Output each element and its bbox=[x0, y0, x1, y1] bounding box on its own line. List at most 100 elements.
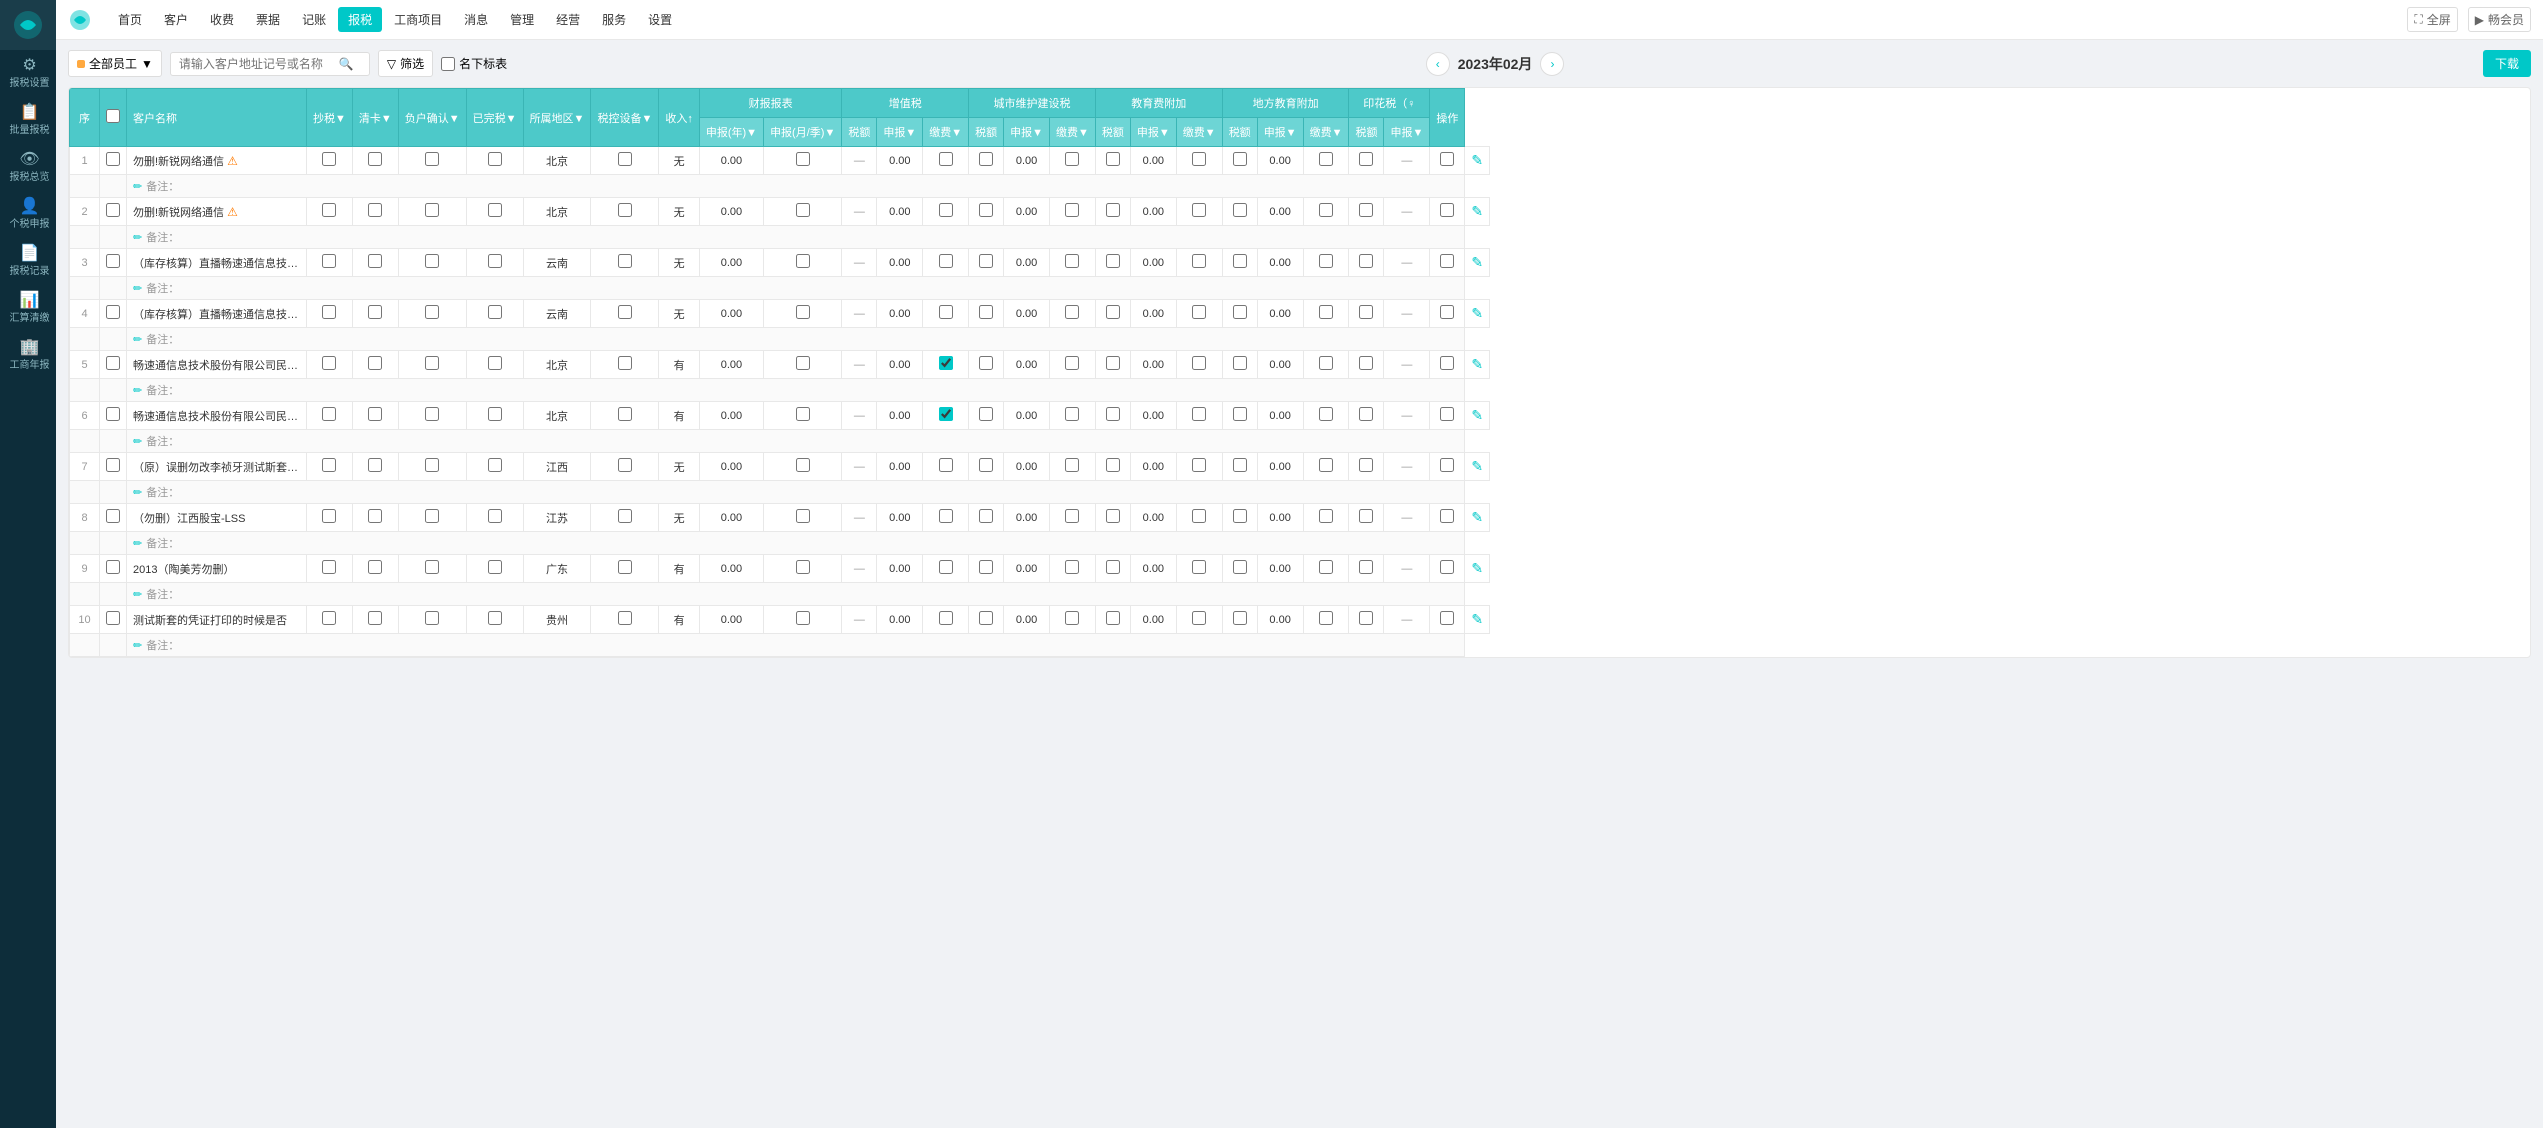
row-select[interactable] bbox=[100, 147, 127, 175]
menu-invoice[interactable]: 票据 bbox=[246, 7, 290, 32]
local-fee-cell[interactable] bbox=[1349, 504, 1384, 532]
note-edit-icon[interactable]: ✏ bbox=[133, 333, 142, 346]
stamp-report-cell[interactable] bbox=[1430, 300, 1465, 328]
tax-equipment-checkbox[interactable] bbox=[618, 203, 632, 217]
tax-copy-checkbox[interactable] bbox=[322, 509, 336, 523]
row-select-checkbox[interactable] bbox=[106, 509, 120, 523]
vat-report-cell[interactable] bbox=[923, 147, 969, 175]
tax-equipment-checkbox[interactable] bbox=[618, 611, 632, 625]
tax-copy-checkbox[interactable] bbox=[322, 254, 336, 268]
tax-equipment-cell[interactable] bbox=[591, 351, 659, 379]
th-stamp-report[interactable]: 申报▼ bbox=[1384, 118, 1430, 147]
row-select-checkbox[interactable] bbox=[106, 458, 120, 472]
menu-billing[interactable]: 收费 bbox=[200, 7, 244, 32]
already-reported-cell[interactable] bbox=[466, 249, 523, 277]
already-reported-checkbox[interactable] bbox=[488, 356, 502, 370]
local-report-checkbox[interactable] bbox=[1319, 152, 1333, 166]
tax-copy-checkbox[interactable] bbox=[322, 560, 336, 574]
city-fee-cell[interactable] bbox=[1095, 198, 1130, 226]
already-reported-cell[interactable] bbox=[466, 606, 523, 634]
stamp-report-checkbox[interactable] bbox=[1440, 203, 1454, 217]
owner-confirm-cell[interactable] bbox=[398, 147, 466, 175]
row-select[interactable] bbox=[100, 249, 127, 277]
sidebar-item-tax-settings[interactable]: ⚙ 报税设置 bbox=[0, 50, 56, 97]
tax-equipment-cell[interactable] bbox=[591, 453, 659, 481]
th-edu-fee[interactable]: 缴费▼ bbox=[1176, 118, 1222, 147]
local-fee-cell[interactable] bbox=[1349, 555, 1384, 583]
edit-row-icon[interactable]: ✎ bbox=[1471, 356, 1483, 372]
tax-equipment-cell[interactable] bbox=[591, 300, 659, 328]
menu-operation[interactable]: 经营 bbox=[546, 7, 590, 32]
clear-card-checkbox[interactable] bbox=[368, 509, 382, 523]
th-financial-month[interactable]: 申报(月/季)▼ bbox=[764, 118, 842, 147]
tax-equipment-cell[interactable] bbox=[591, 402, 659, 430]
city-report-checkbox[interactable] bbox=[1065, 407, 1079, 421]
local-fee-checkbox[interactable] bbox=[1359, 254, 1373, 268]
stamp-report-cell[interactable] bbox=[1430, 198, 1465, 226]
note-edit-icon[interactable]: ✏ bbox=[133, 180, 142, 193]
menu-manage[interactable]: 管理 bbox=[500, 7, 544, 32]
already-reported-checkbox[interactable] bbox=[488, 305, 502, 319]
row-select-checkbox[interactable] bbox=[106, 203, 120, 217]
next-month-button[interactable]: › bbox=[1540, 52, 1564, 76]
city-report-cell[interactable] bbox=[1050, 606, 1096, 634]
edit-row-icon[interactable]: ✎ bbox=[1471, 611, 1483, 627]
select-all-checkbox[interactable] bbox=[106, 109, 120, 123]
city-report-cell[interactable] bbox=[1050, 453, 1096, 481]
vat-report-checkbox[interactable] bbox=[939, 152, 953, 166]
city-fee-cell[interactable] bbox=[1095, 606, 1130, 634]
vat-fee-cell[interactable] bbox=[969, 300, 1004, 328]
vat-fee-checkbox[interactable] bbox=[979, 305, 993, 319]
clear-card-cell[interactable] bbox=[352, 351, 398, 379]
city-report-checkbox[interactable] bbox=[1065, 152, 1079, 166]
local-report-checkbox[interactable] bbox=[1319, 254, 1333, 268]
edu-fee-cell[interactable] bbox=[1222, 198, 1257, 226]
edu-report-cell[interactable] bbox=[1176, 300, 1222, 328]
edu-report-checkbox[interactable] bbox=[1192, 152, 1206, 166]
city-report-cell[interactable] bbox=[1050, 198, 1096, 226]
stamp-report-cell[interactable] bbox=[1430, 606, 1465, 634]
financial-year-checkbox[interactable] bbox=[796, 152, 810, 166]
local-report-checkbox[interactable] bbox=[1319, 356, 1333, 370]
row-select[interactable] bbox=[100, 504, 127, 532]
th-vat-report[interactable]: 申报▼ bbox=[877, 118, 923, 147]
tax-equipment-checkbox[interactable] bbox=[618, 356, 632, 370]
menu-bookkeeping[interactable]: 记账 bbox=[292, 7, 336, 32]
vat-fee-checkbox[interactable] bbox=[979, 611, 993, 625]
tax-copy-cell[interactable] bbox=[307, 504, 353, 532]
edu-report-checkbox[interactable] bbox=[1192, 407, 1206, 421]
vat-report-checkbox[interactable] bbox=[939, 305, 953, 319]
edu-report-cell[interactable] bbox=[1176, 402, 1222, 430]
tax-equipment-checkbox[interactable] bbox=[618, 560, 632, 574]
city-report-checkbox[interactable] bbox=[1065, 305, 1079, 319]
row-select[interactable] bbox=[100, 606, 127, 634]
local-report-cell[interactable] bbox=[1303, 147, 1349, 175]
local-report-checkbox[interactable] bbox=[1319, 509, 1333, 523]
financial-year-cell[interactable] bbox=[764, 198, 842, 226]
local-fee-checkbox[interactable] bbox=[1359, 560, 1373, 574]
vat-fee-checkbox[interactable] bbox=[979, 509, 993, 523]
vat-fee-cell[interactable] bbox=[969, 453, 1004, 481]
local-fee-checkbox[interactable] bbox=[1359, 611, 1373, 625]
financial-year-checkbox[interactable] bbox=[796, 458, 810, 472]
sidebar-item-tax-record[interactable]: 📄 报税记录 bbox=[0, 238, 56, 285]
tax-copy-checkbox[interactable] bbox=[322, 458, 336, 472]
city-fee-cell[interactable] bbox=[1095, 555, 1130, 583]
edu-fee-checkbox[interactable] bbox=[1233, 560, 1247, 574]
edu-fee-cell[interactable] bbox=[1222, 555, 1257, 583]
edu-fee-cell[interactable] bbox=[1222, 402, 1257, 430]
vat-report-cell[interactable] bbox=[923, 606, 969, 634]
vat-report-cell[interactable] bbox=[923, 351, 969, 379]
city-report-cell[interactable] bbox=[1050, 300, 1096, 328]
edit-row-icon[interactable]: ✎ bbox=[1471, 152, 1483, 168]
local-fee-checkbox[interactable] bbox=[1359, 509, 1373, 523]
stamp-report-cell[interactable] bbox=[1430, 402, 1465, 430]
th-already-reported[interactable]: 已完税▼ bbox=[466, 89, 523, 147]
owner-confirm-checkbox[interactable] bbox=[425, 560, 439, 574]
local-report-cell[interactable] bbox=[1303, 453, 1349, 481]
already-reported-checkbox[interactable] bbox=[488, 509, 502, 523]
city-fee-checkbox[interactable] bbox=[1106, 458, 1120, 472]
vat-report-cell[interactable] bbox=[923, 453, 969, 481]
edu-fee-checkbox[interactable] bbox=[1233, 356, 1247, 370]
edu-fee-checkbox[interactable] bbox=[1233, 203, 1247, 217]
